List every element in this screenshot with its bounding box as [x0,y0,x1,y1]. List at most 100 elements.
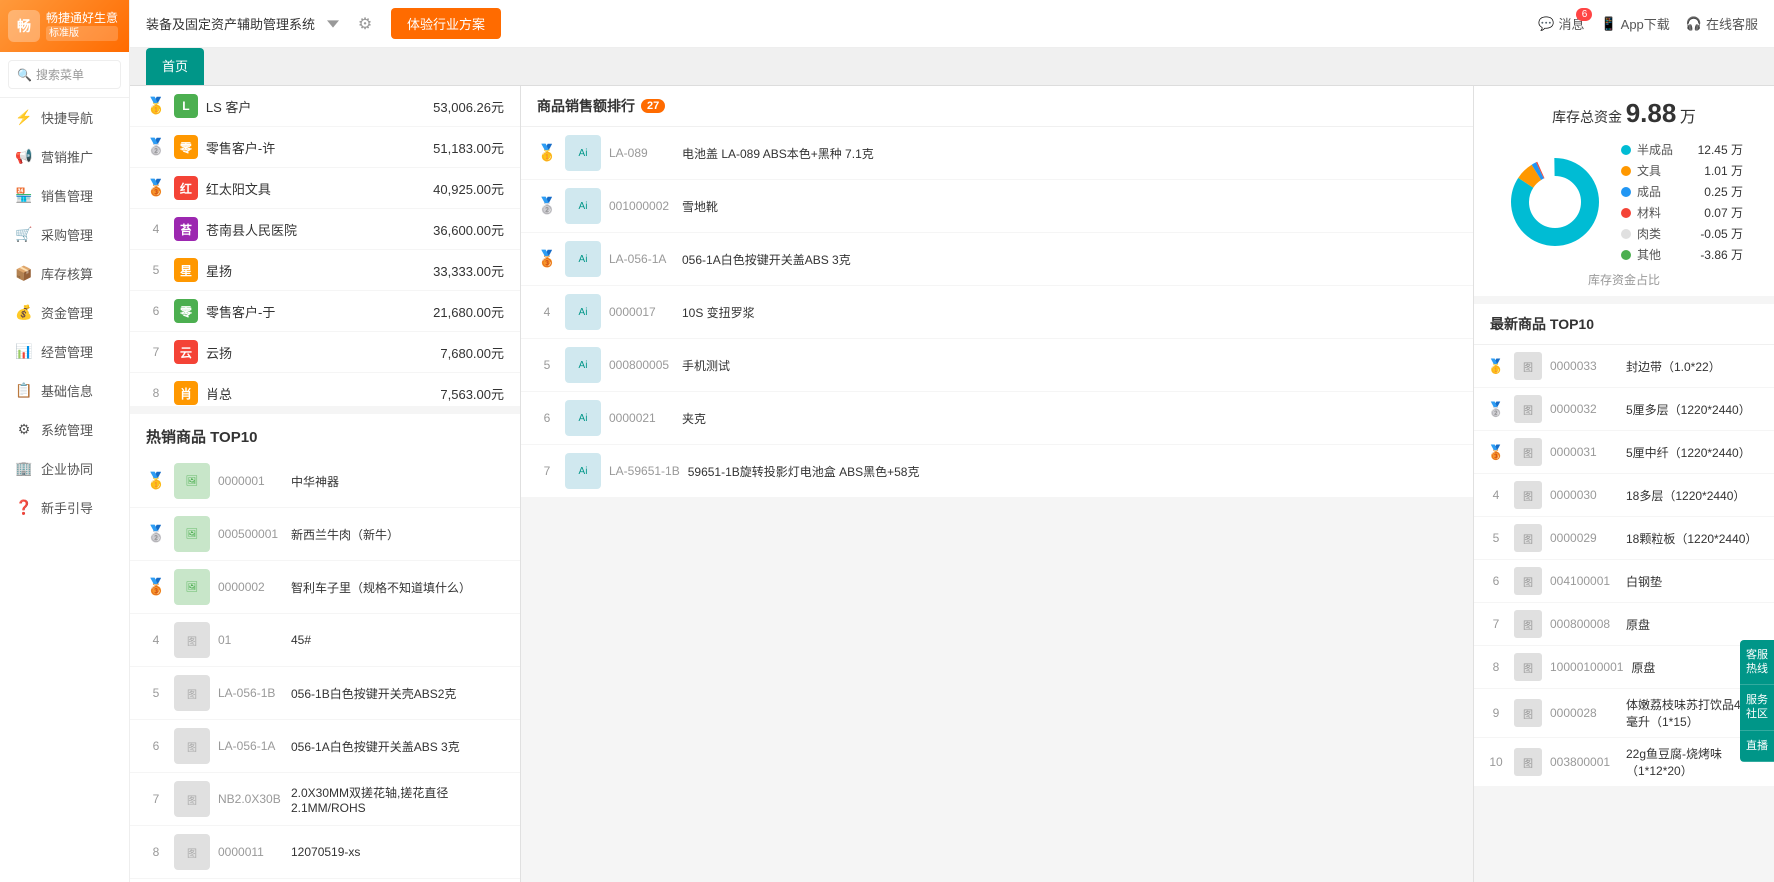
stock-legend: 半成品 12.45 万 文具 1.01 万 成品 0.25 万 材料 0.07 … [1621,141,1743,263]
sidebar-item-quick[interactable]: ⚡ 快捷导航 [0,98,129,137]
customer-amount: 33,333.00元 [433,261,504,280]
system-dropdown[interactable] [327,18,339,30]
customer-name: 云扬 [206,343,432,362]
stock-icon: 📦 [15,265,33,283]
customer-rank-list: 🥇 L LS 客户 53,006.26元 🥈 零 零售客户-许 51,183.0… [130,86,520,406]
finance-icon: 💰 [15,304,33,322]
search-menu-button[interactable]: 🔍 搜索菜单 [8,60,121,89]
customer-amount: 53,006.26元 [433,97,504,116]
legend-item: 半成品 12.45 万 [1621,141,1743,158]
hot-product-row: 8 图 0000011 12070519-xs [130,826,520,879]
service-community-btn[interactable]: 服务社区 [1740,685,1774,731]
new-product-image: 图 [1514,395,1542,423]
hot-product-rank-icon: 5 [146,686,166,700]
sidebar-item-system[interactable]: ⚙ 系统管理 [0,410,129,449]
product-rank-icon: 4 [537,305,557,319]
settings-gear-icon[interactable]: ⚙ [351,10,379,38]
hot-product-row: 7 图 NB2.0X30B 2.0X30MM双搓花轴,搓花直径2.1MM/ROH… [130,773,520,826]
hot-product-rank-icon: 7 [146,792,166,806]
live-btn[interactable]: 直播 [1740,731,1774,762]
customer-avatar: L [174,94,198,118]
legend-value: 0.25 万 [1683,183,1743,200]
sidebar-item-purchase[interactable]: 🛒 采购管理 [0,215,129,254]
sidebar-item-marketing[interactable]: 📢 营销推广 [0,137,129,176]
legend-name: 其他 [1637,246,1677,263]
product-name: 夹克 [682,410,1457,427]
hot-product-name: 智利车子里（规格不知道填什么） [291,579,504,596]
new-product-name: 5厘多层（1220*2440） [1626,401,1762,418]
product-rank-icon: 7 [537,464,557,478]
customer-avatar: 苔 [174,217,198,241]
product-rank-row: 7 Ai LA-59651-1B 59651-1B旋转投影灯电池盒 ABS黑色+… [521,445,1473,498]
customer-amount: 51,183.00元 [433,138,504,157]
new-product-code: 0000029 [1550,531,1618,545]
legend-name: 成品 [1637,183,1677,200]
product-rank-icon: 🥈 [537,196,557,216]
hot-product-name: 新西兰牛肉（新牛） [291,526,504,543]
customer-amount: 40,925.00元 [433,179,504,198]
logo-text: 畅捷通好生意 标准版 [46,11,118,42]
new-product-image: 图 [1514,438,1542,466]
customer-rank-row: 5 星 星扬 33,333.00元 [130,250,520,291]
stock-section: 库存总资金 9.88 万 半成品 12.45 万 文 [1474,86,1774,296]
new-product-row: 5 图 0000029 18颗粒板（1220*2440） [1474,517,1774,560]
customer-name: 苍南县人民医院 [206,220,425,239]
new-product-code: 0000033 [1550,359,1618,373]
online-service-button[interactable]: 🎧 在线客服 [1686,14,1758,33]
legend-name: 文具 [1637,162,1677,179]
sidebar-item-corp[interactable]: 🏢 企业协同 [0,449,129,488]
product-rank-icon: 🥉 [537,249,557,269]
hot-product-image: 🖼 [174,463,210,499]
system-title: 装备及固定资产辅助管理系统 [146,14,315,33]
new-product-name: 白钢垫 [1626,573,1762,590]
new-product-row: 10 图 003800001 22g鱼豆腐-烧烤味（1*12*20） [1474,738,1774,787]
trial-button[interactable]: 体验行业方案 [391,8,501,39]
new-product-image: 图 [1514,481,1542,509]
tab-home[interactable]: 首页 [146,48,204,85]
new-product-row: 🥈 图 0000032 5厘多层（1220*2440） [1474,388,1774,431]
sidebar-item-guide[interactable]: ❓ 新手引导 [0,488,129,527]
product-rank-icon: 6 [537,411,557,425]
customer-avatar: 零 [174,299,198,323]
new-product-code: 0000030 [1550,488,1618,502]
guide-icon: ❓ [15,499,33,517]
hot-product-rank-icon: 4 [146,633,166,647]
customer-amount: 7,680.00元 [440,343,504,362]
legend-item: 文具 1.01 万 [1621,162,1743,179]
product-name: 手机测试 [682,357,1457,374]
system-icon: ⚙ [15,421,33,439]
customer-rank-row: 8 肖 肖总 7,563.00元 [130,373,520,406]
new-product-code: 10000100001 [1550,660,1623,674]
product-rank-row: 🥉 Ai LA-056-1A 056-1A白色按键开关盖ABS 3克 [521,233,1473,286]
customer-avatar: 肖 [174,381,198,405]
new-product-list: 🥇 图 0000033 封边带（1.0*22） 🥈 图 0000032 5厘多层… [1474,345,1774,787]
hot-product-code: LA-056-1B [218,686,283,700]
product-rank-row: 🥈 Ai 001000002 雪地靴 [521,180,1473,233]
legend-value: -0.05 万 [1683,225,1743,242]
hot-product-code: 0000001 [218,474,283,488]
sidebar-item-stock[interactable]: 📦 库存核算 [0,254,129,293]
hot-products-title: 热销商品 TOP10 [130,414,520,455]
new-product-row: 🥉 图 0000031 5厘中纤（1220*2440） [1474,431,1774,474]
product-image: Ai [565,294,601,330]
topbar-right: 💬 消息 6 📱 App下载 🎧 在线客服 [1538,14,1758,33]
sales-icon: 🏪 [15,187,33,205]
customer-amount: 7,563.00元 [440,384,504,403]
new-product-code: 003800001 [1550,755,1618,769]
sidebar-item-finance[interactable]: 💰 资金管理 [0,293,129,332]
product-name: 雪地靴 [682,198,1457,215]
hot-product-rank-icon: 6 [146,739,166,753]
sidebar-item-sales[interactable]: 🏪 销售管理 [0,176,129,215]
sidebar-search-area: 🔍 搜索菜单 [0,52,129,98]
sidebar-item-ops[interactable]: 📊 经营管理 [0,332,129,371]
message-button[interactable]: 💬 消息 6 [1538,14,1584,33]
product-image: Ai [565,453,601,489]
app-download-button[interactable]: 📱 App下载 [1600,14,1669,33]
product-ranking-section: 商品销售额排行 27 🥇 Ai LA-089 电池盖 LA-089 ABS本色+… [521,86,1473,498]
legend-item: 材料 0.07 万 [1621,204,1743,221]
right-panel: 库存总资金 9.88 万 半成品 12.45 万 文 [1474,86,1774,882]
customer-ranking-section: 🥇 L LS 客户 53,006.26元 🥈 零 零售客户-许 51,183.0… [130,86,520,406]
support-hotline-btn[interactable]: 客服热线 [1740,640,1774,686]
sidebar-item-base[interactable]: 📋 基础信息 [0,371,129,410]
new-product-row: 6 图 004100001 白钢垫 [1474,560,1774,603]
